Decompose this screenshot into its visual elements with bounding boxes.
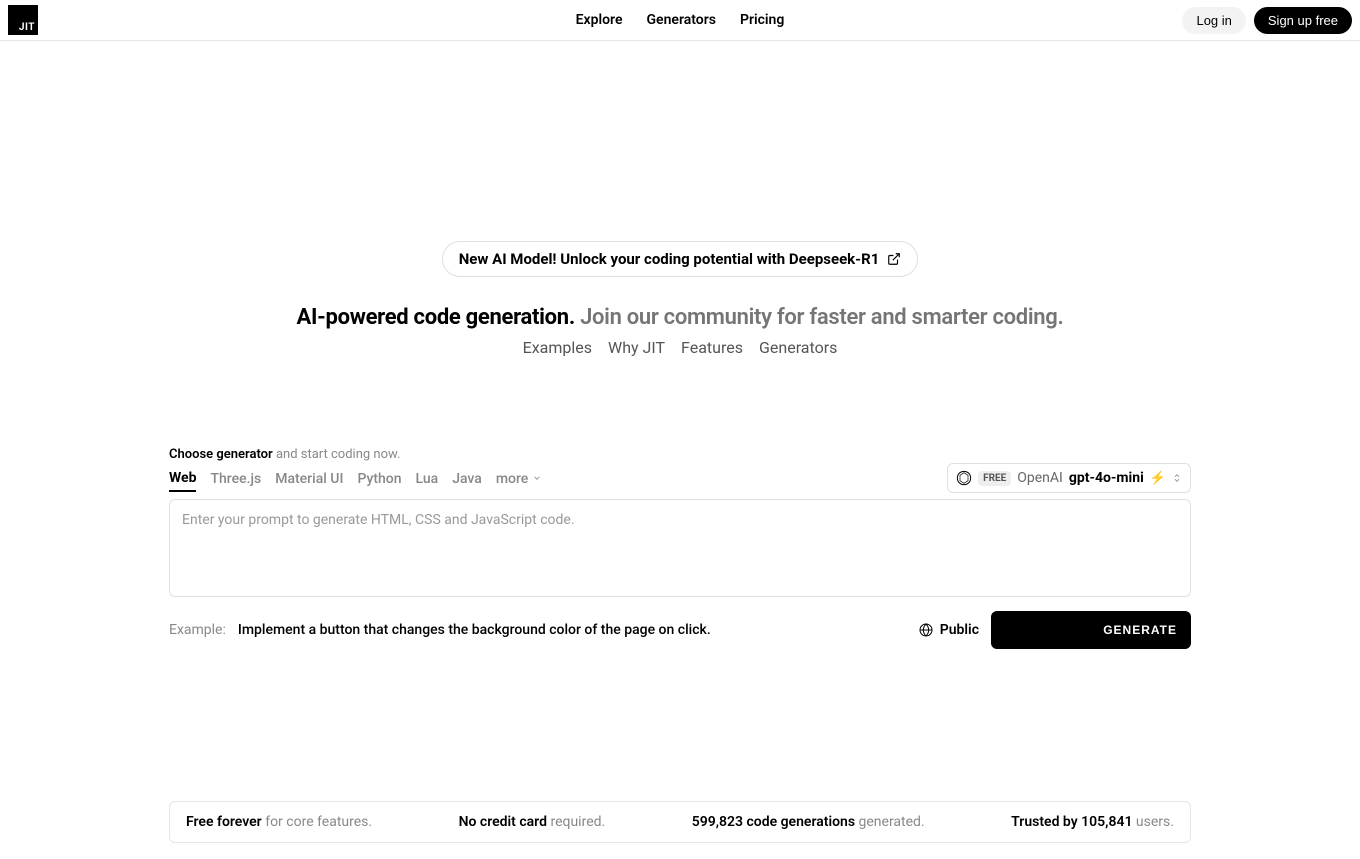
stat-generations-muted: generated.: [855, 814, 925, 830]
example-text[interactable]: Implement a button that changes the back…: [238, 622, 711, 638]
subnav-examples[interactable]: Examples: [523, 338, 592, 357]
generator-section: Choose generator and start coding now. W…: [169, 447, 1191, 649]
header: JIT Explore Generators Pricing Log in Si…: [0, 0, 1360, 41]
tab-java[interactable]: Java: [452, 471, 482, 491]
announcement-text: New AI Model! Unlock your coding potenti…: [459, 250, 880, 268]
stats-bar: Free forever for core features. No credi…: [169, 801, 1191, 843]
generator-head: Choose generator and start coding now. W…: [169, 447, 1191, 493]
nav-generators[interactable]: Generators: [647, 12, 716, 28]
visibility-toggle[interactable]: Public: [918, 622, 979, 638]
prompt-box: [169, 499, 1191, 597]
bolt-icon: ⚡: [1150, 471, 1166, 486]
tagline-muted: Join our community for faster and smarte…: [580, 305, 1063, 330]
nav-pricing[interactable]: Pricing: [740, 12, 784, 28]
prompt-input[interactable]: [182, 512, 1178, 580]
logo[interactable]: JIT: [8, 5, 38, 35]
login-button[interactable]: Log in: [1182, 7, 1245, 34]
tagline: AI-powered code generation. Join our com…: [0, 305, 1360, 330]
announcement-pill[interactable]: New AI Model! Unlock your coding potenti…: [442, 241, 919, 277]
generate-button[interactable]: GENERATE: [991, 611, 1191, 649]
hero: New AI Model! Unlock your coding potenti…: [0, 241, 1360, 357]
subnav-features[interactable]: Features: [681, 338, 743, 357]
tab-material-ui[interactable]: Material UI: [275, 471, 343, 491]
generator-head-left: Choose generator and start coding now. W…: [169, 447, 542, 493]
subnav-why[interactable]: Why JIT: [608, 338, 665, 357]
globe-icon: [918, 622, 934, 638]
free-badge: FREE: [978, 471, 1011, 486]
stat-nocard-bold: No credit card: [459, 814, 547, 830]
generator-tabs: Web Three.js Material UI Python Lua Java…: [169, 470, 542, 493]
stat-generations-bold: 599,823 code generations: [692, 814, 855, 830]
model-selector[interactable]: FREE OpenAI gpt-4o-mini ⚡: [947, 463, 1191, 493]
choose-muted: and start coding now.: [273, 447, 401, 462]
openai-icon: [956, 470, 972, 486]
stat-users: Trusted by 105,841 users.: [1011, 814, 1174, 830]
choose-strong: Choose generator: [169, 447, 273, 462]
nav-center: Explore Generators Pricing: [576, 12, 785, 28]
stat-nocard-muted: required.: [547, 814, 605, 830]
tab-threejs[interactable]: Three.js: [210, 471, 261, 491]
stat-free-muted: for core features.: [262, 814, 372, 830]
tab-more-label: more: [496, 471, 528, 487]
signup-button[interactable]: Sign up free: [1254, 7, 1352, 34]
stat-generations: 599,823 code generations generated.: [692, 814, 925, 830]
stat-nocard: No credit card required.: [459, 814, 606, 830]
tagline-strong: AI-powered code generation.: [297, 305, 575, 330]
stat-users-muted: users.: [1132, 814, 1174, 830]
tab-python[interactable]: Python: [357, 471, 401, 491]
chevron-down-icon: [532, 473, 542, 483]
tab-lua[interactable]: Lua: [416, 471, 439, 491]
stat-free-bold: Free forever: [186, 814, 262, 830]
external-link-icon: [887, 252, 901, 266]
nav-explore[interactable]: Explore: [576, 12, 623, 28]
subnav-generators[interactable]: Generators: [759, 338, 837, 357]
chevron-updown-icon: [1172, 473, 1182, 483]
stat-users-bold: Trusted by 105,841: [1011, 814, 1132, 830]
tab-more[interactable]: more: [496, 471, 542, 491]
hero-subnav: Examples Why JIT Features Generators: [0, 338, 1360, 357]
stat-free: Free forever for core features.: [186, 814, 372, 830]
below-row: Example: Implement a button that changes…: [169, 611, 1191, 649]
example-label: Example:: [169, 622, 226, 638]
model-name: gpt-4o-mini: [1069, 470, 1144, 486]
tab-web[interactable]: Web: [169, 470, 196, 492]
choose-generator-label: Choose generator and start coding now.: [169, 447, 542, 462]
nav-right: Log in Sign up free: [1182, 7, 1352, 34]
visibility-label: Public: [940, 622, 979, 638]
model-provider: OpenAI: [1017, 470, 1063, 486]
